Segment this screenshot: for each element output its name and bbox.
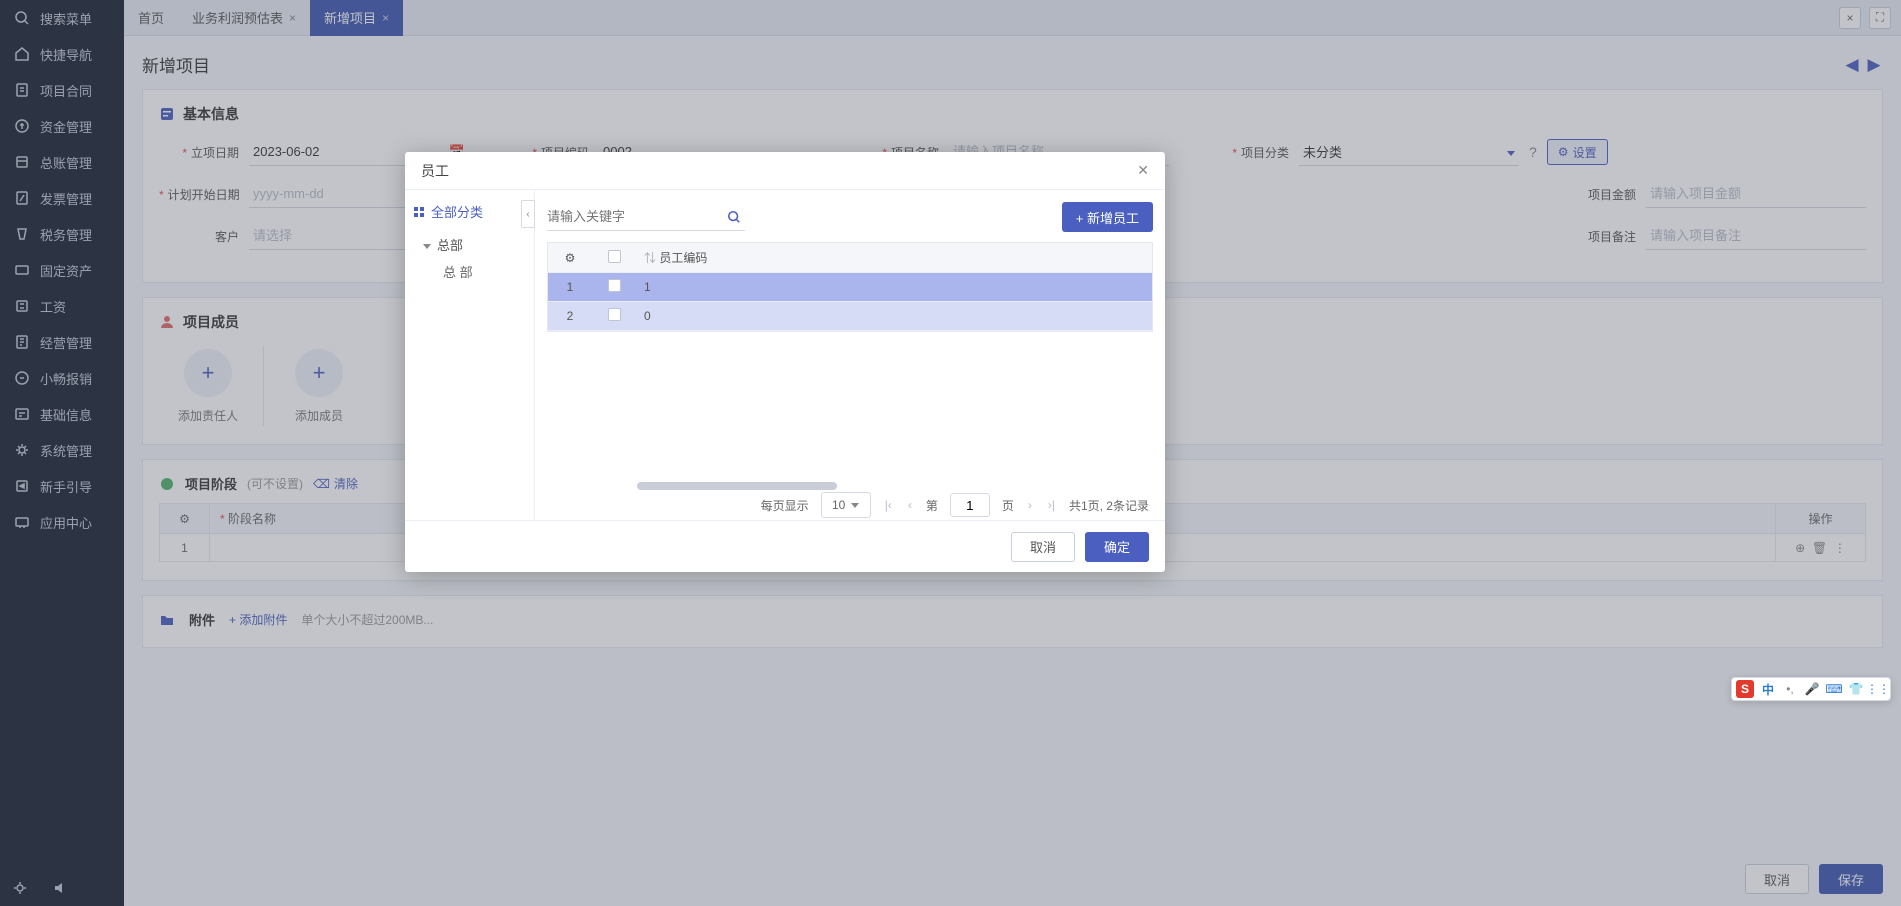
page-input[interactable]	[950, 493, 990, 517]
category-tree: ‹ 全部分类 总部 总 部	[405, 190, 535, 520]
search-input-wrap	[547, 203, 745, 231]
prev-page-button[interactable]: ‹	[906, 498, 914, 512]
page-suffix: 页	[1002, 497, 1014, 514]
ime-logo: S	[1736, 680, 1754, 698]
search-icon[interactable]	[723, 210, 745, 224]
next-page-button[interactable]: ›	[1026, 498, 1034, 512]
ime-cloth-icon[interactable]: 👕	[1848, 681, 1864, 697]
page-prefix: 第	[926, 497, 938, 514]
ime-punct-icon[interactable]: •,	[1782, 681, 1798, 697]
row-index: 2	[548, 302, 592, 331]
row-index: 1	[548, 273, 592, 302]
close-icon[interactable]: ✕	[1137, 162, 1149, 179]
first-page-button[interactable]: |‹	[883, 498, 894, 512]
tree-node-label: 总部	[437, 235, 463, 254]
tree-root[interactable]: 全部分类	[413, 202, 526, 221]
emp-code-cell: 1	[636, 273, 1152, 302]
modal-title: 员工	[421, 161, 449, 181]
col-emp-code[interactable]: ⇅ 员工编码	[636, 243, 1152, 273]
row-checkbox[interactable]	[592, 273, 636, 302]
add-employee-button[interactable]: + 新增员工	[1062, 202, 1153, 232]
tree-root-label: 全部分类	[431, 202, 483, 221]
emp-code-cell: 0	[636, 302, 1152, 331]
ime-mic-icon[interactable]: 🎤	[1804, 681, 1820, 697]
col-gear[interactable]: ⚙	[548, 243, 592, 273]
modal-ok-button[interactable]: 确定	[1085, 532, 1149, 562]
ime-menu-icon[interactable]: ⋮⋮	[1870, 681, 1886, 697]
grid-icon	[413, 206, 425, 218]
collapse-tree-button[interactable]: ‹	[521, 200, 535, 228]
per-page-select[interactable]: 10	[821, 492, 871, 518]
search-input[interactable]	[547, 204, 723, 230]
table-row[interactable]: 2 0	[548, 302, 1152, 331]
per-page-label: 每页显示	[761, 497, 809, 514]
modal-cancel-button[interactable]: 取消	[1011, 532, 1075, 562]
scroll-thumb[interactable]	[637, 482, 837, 490]
employee-table: ⚙ ⇅ 员工编码 1 1 2	[547, 242, 1153, 332]
last-page-button[interactable]: ›|	[1046, 498, 1057, 512]
table-row[interactable]: 1 1	[548, 273, 1152, 302]
tree-leaf[interactable]: 总 部	[413, 258, 526, 285]
tree-node[interactable]: 总部	[413, 231, 526, 258]
ime-toolbar[interactable]: S 中 •, 🎤 ⌨ 👕 ⋮⋮	[1731, 677, 1891, 701]
employee-modal: 员工 ✕ ‹ 全部分类 总部 总 部	[405, 152, 1165, 572]
page-summary: 共1页, 2条记录	[1069, 497, 1149, 514]
ime-keyboard-icon[interactable]: ⌨	[1826, 681, 1842, 697]
ime-lang[interactable]: 中	[1760, 681, 1776, 697]
table-area: + 新增员工 ⚙ ⇅ 员工编码 1	[535, 190, 1165, 520]
col-checkbox[interactable]	[592, 243, 636, 273]
caret-down-icon	[423, 237, 431, 252]
row-checkbox[interactable]	[592, 302, 636, 331]
